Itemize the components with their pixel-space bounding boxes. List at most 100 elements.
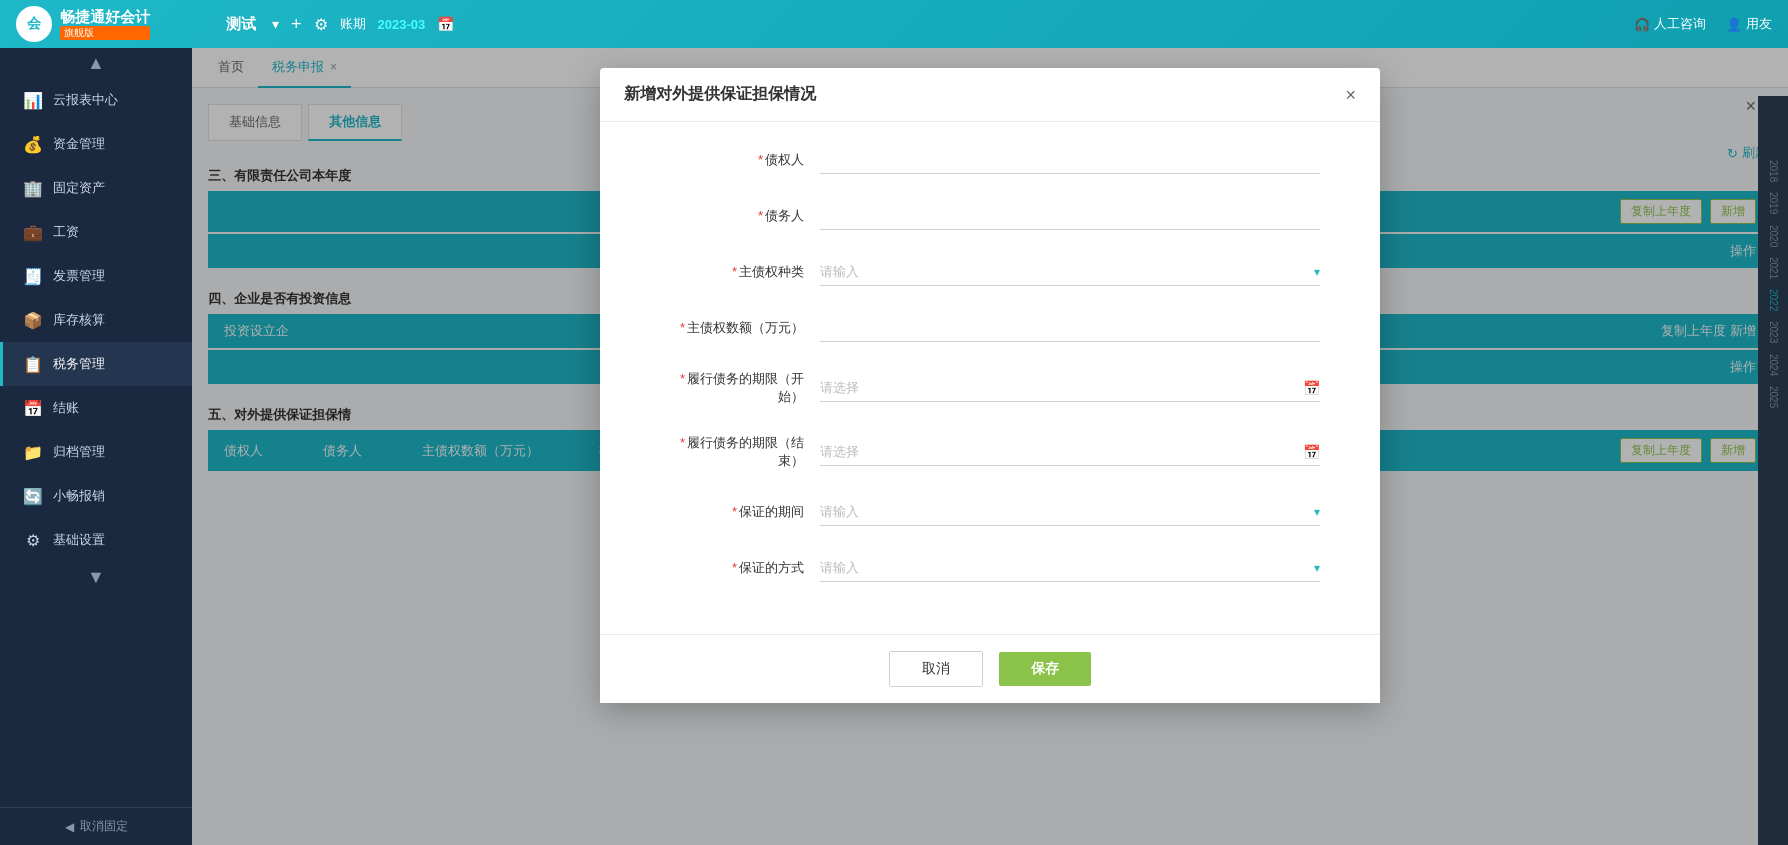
- tax-icon: 📋: [23, 354, 43, 374]
- fund-icon: 💰: [23, 134, 43, 154]
- creditor-input-wrap: [820, 146, 1320, 174]
- claim-type-label: *主债权种类: [660, 263, 820, 281]
- main-content: 首页 税务申报 × 基础信息 其他信息 三、有限责任公司本年度 复制上年度 新增: [192, 48, 1788, 845]
- period-end-input-wrap: 📅: [820, 438, 1320, 466]
- user-icon: 👤: [1726, 17, 1742, 32]
- cancel-icon: ◀: [65, 820, 74, 834]
- guarantee-method-field: *保证的方式 ▾: [660, 554, 1320, 582]
- guarantee-method-label: *保证的方式: [660, 559, 820, 577]
- dropdown-icon[interactable]: ▾: [272, 16, 279, 32]
- sidebar-label: 结账: [53, 399, 79, 417]
- creditor-label: *债权人: [660, 151, 820, 169]
- sidebar-item-fund[interactable]: 💰 资金管理: [0, 122, 192, 166]
- period-start-calendar-icon[interactable]: 📅: [1303, 380, 1320, 396]
- cancel-label: 取消固定: [80, 818, 128, 835]
- top-header: 会 畅捷通好会计 旗舰版 测试 ▾ + ⚙ 账期 2023-03 📅 🎧 人工咨…: [0, 0, 1788, 48]
- sidebar-label: 基础设置: [53, 531, 105, 549]
- guarantee-period-field: *保证的期间 ▾: [660, 498, 1320, 526]
- add-button[interactable]: +: [291, 14, 302, 35]
- claim-type-input[interactable]: [820, 258, 1320, 286]
- period-start-field: *履行债务的期限（开始） 📅: [660, 370, 1320, 406]
- debtor-label: *债务人: [660, 207, 820, 225]
- sidebar-label: 工资: [53, 223, 79, 241]
- logo-area: 会 畅捷通好会计 旗舰版: [16, 6, 206, 42]
- save-button[interactable]: 保存: [999, 652, 1091, 686]
- creditor-input[interactable]: [820, 146, 1320, 174]
- sidebar: ▲ 📊 云报表中心 💰 资金管理 🏢 固定资产 💼 工资 🧾 发票管理 📦 库存…: [0, 48, 192, 845]
- sidebar-label: 资金管理: [53, 135, 105, 153]
- headset-icon: 🎧: [1634, 17, 1650, 32]
- dialog-header: 新增对外提供保证担保情况 ×: [600, 68, 1380, 122]
- sidebar-label: 固定资产: [53, 179, 105, 197]
- claim-amount-input[interactable]: [820, 314, 1320, 342]
- header-right: 🎧 人工咨询 👤 用友: [1634, 15, 1772, 33]
- logo-text: 畅捷通好会计 旗舰版: [60, 8, 150, 40]
- sidebar-item-payroll[interactable]: 💼 工资: [0, 210, 192, 254]
- cancel-fixed-button[interactable]: ◀ 取消固定: [0, 807, 192, 845]
- sidebar-item-tax[interactable]: 📋 税务管理: [0, 342, 192, 386]
- sidebar-bottom: ◀ 取消固定: [0, 807, 192, 845]
- period-value: 2023-03: [378, 17, 426, 32]
- debtor-field: *债务人: [660, 202, 1320, 230]
- period-end-label: *履行债务的期限（结束）: [660, 434, 820, 470]
- invoice-icon: 🧾: [23, 266, 43, 286]
- logo-sub: 旗舰版: [60, 26, 150, 40]
- cloud-report-icon: 📊: [23, 90, 43, 110]
- claim-amount-input-wrap: [820, 314, 1320, 342]
- claim-amount-label: *主债权数额（万元）: [660, 319, 820, 337]
- claim-amount-field: *主债权数额（万元）: [660, 314, 1320, 342]
- period-start-input[interactable]: [820, 374, 1320, 402]
- dialog-title: 新增对外提供保证担保情况: [624, 84, 816, 105]
- guarantee-period-input[interactable]: [820, 498, 1320, 526]
- guarantee-method-input[interactable]: [820, 554, 1320, 582]
- settings-icon[interactable]: ⚙: [314, 15, 328, 34]
- sidebar-scroll-down[interactable]: ▼: [0, 562, 192, 592]
- period-end-calendar-icon[interactable]: 📅: [1303, 444, 1320, 460]
- debtor-input-wrap: [820, 202, 1320, 230]
- header-controls: ▾ + ⚙ 账期 2023-03 📅: [272, 14, 454, 35]
- sidebar-item-archive[interactable]: 📁 归档管理: [0, 430, 192, 474]
- dialog-footer: 取消 保存: [600, 634, 1380, 703]
- sidebar-label: 发票管理: [53, 267, 105, 285]
- sidebar-item-inventory[interactable]: 📦 库存核算: [0, 298, 192, 342]
- claim-type-input-wrap: ▾: [820, 258, 1320, 286]
- dialog-body: *债权人 *债务人: [600, 122, 1380, 634]
- period-start-label: *履行债务的期限（开始）: [660, 370, 820, 406]
- sidebar-item-close-account[interactable]: 📅 结账: [0, 386, 192, 430]
- creditor-field: *债权人: [660, 146, 1320, 174]
- guarantee-method-input-wrap: ▾: [820, 554, 1320, 582]
- logo-main: 畅捷通好会计: [60, 8, 150, 26]
- dialog-close-button[interactable]: ×: [1345, 86, 1356, 104]
- sidebar-label: 小畅报销: [53, 487, 105, 505]
- guarantee-period-input-wrap: ▾: [820, 498, 1320, 526]
- sidebar-label: 税务管理: [53, 355, 105, 373]
- sidebar-label: 归档管理: [53, 443, 105, 461]
- period-label: 账期: [340, 15, 366, 33]
- sidebar-label: 库存核算: [53, 311, 105, 329]
- sidebar-item-invoice[interactable]: 🧾 发票管理: [0, 254, 192, 298]
- expense-icon: 🔄: [23, 486, 43, 506]
- support-label: 人工咨询: [1654, 15, 1706, 33]
- inventory-icon: 📦: [23, 310, 43, 330]
- dialog-backdrop: 新增对外提供保证担保情况 × *债权人 *债务人: [192, 48, 1788, 845]
- period-end-field: *履行债务的期限（结束） 📅: [660, 434, 1320, 470]
- header-mid: 测试 ▾ + ⚙ 账期 2023-03 📅: [206, 14, 1634, 35]
- sidebar-item-cloud-report[interactable]: 📊 云报表中心: [0, 78, 192, 122]
- period-end-input[interactable]: [820, 438, 1320, 466]
- archive-icon: 📁: [23, 442, 43, 462]
- guarantee-period-label: *保证的期间: [660, 503, 820, 521]
- claim-type-field: *主债权种类 ▾: [660, 258, 1320, 286]
- sidebar-scroll-up[interactable]: ▲: [0, 48, 192, 78]
- calendar-icon[interactable]: 📅: [437, 16, 454, 32]
- settings-icon: ⚙: [23, 530, 43, 550]
- sidebar-item-fixed-asset[interactable]: 🏢 固定资产: [0, 166, 192, 210]
- logo-icon: 会: [16, 6, 52, 42]
- user-button[interactable]: 👤 用友: [1726, 15, 1772, 33]
- sidebar-item-settings[interactable]: ⚙ 基础设置: [0, 518, 192, 562]
- debtor-input[interactable]: [820, 202, 1320, 230]
- support-button[interactable]: 🎧 人工咨询: [1634, 15, 1706, 33]
- sidebar-item-expense[interactable]: 🔄 小畅报销: [0, 474, 192, 518]
- close-account-icon: 📅: [23, 398, 43, 418]
- payroll-icon: 💼: [23, 222, 43, 242]
- cancel-button[interactable]: 取消: [889, 651, 983, 687]
